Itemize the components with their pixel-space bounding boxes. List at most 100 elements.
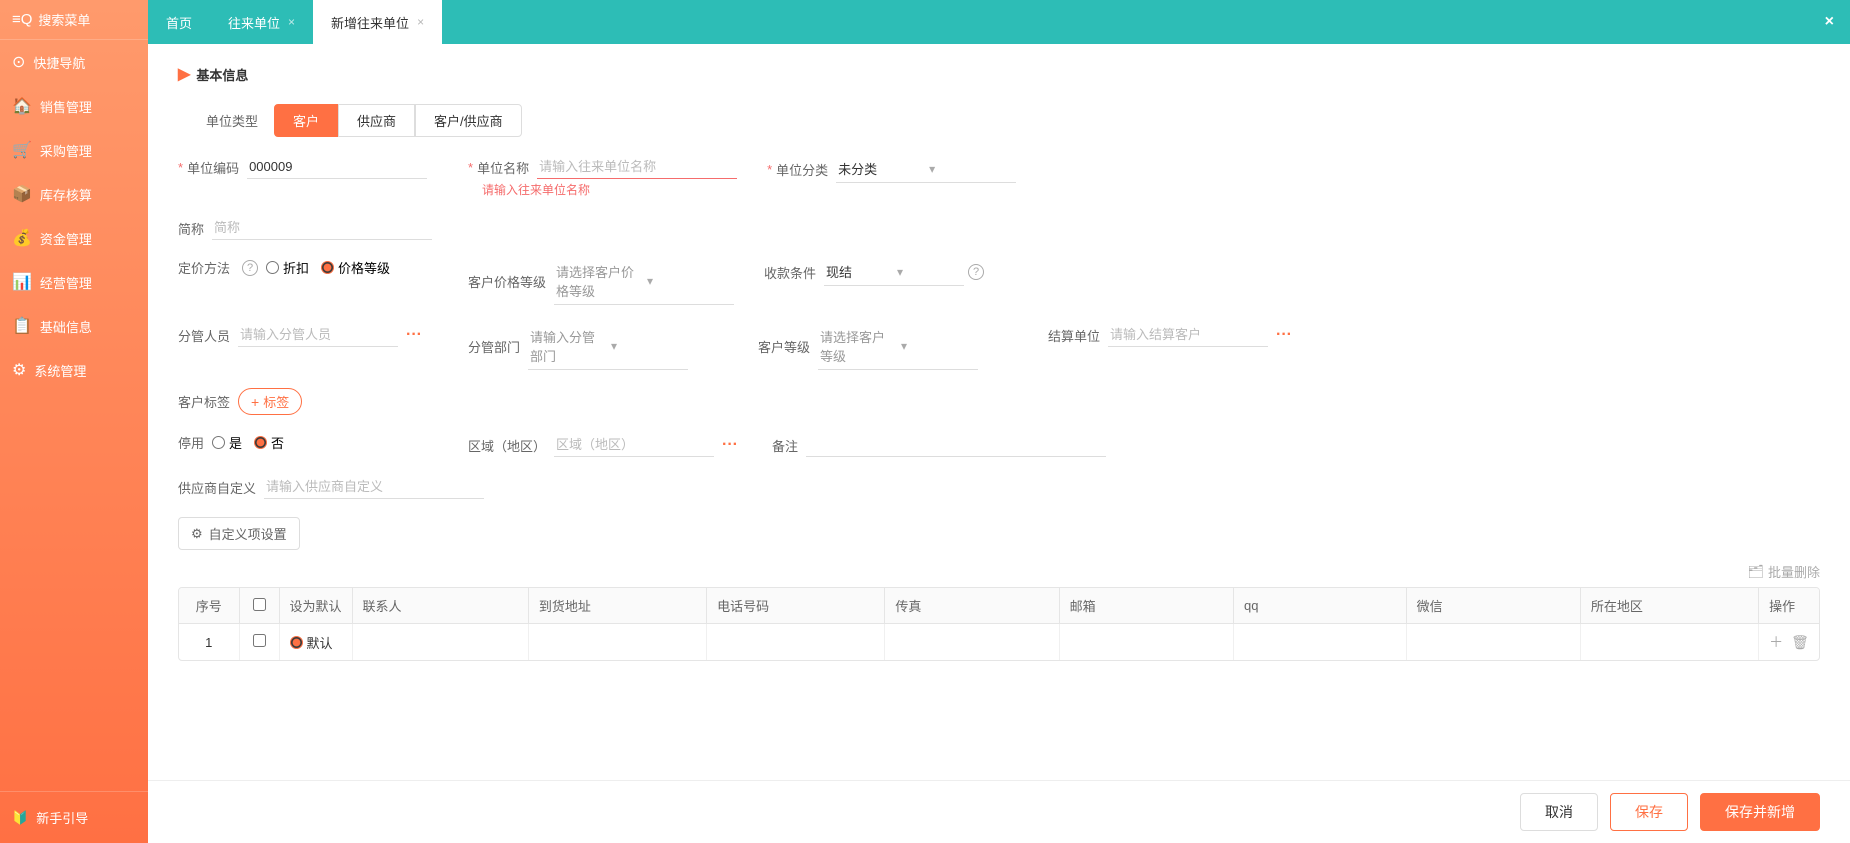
- col-phone: 电话号码: [707, 588, 885, 624]
- unit-category-select[interactable]: 未分类 ▾: [836, 155, 1016, 183]
- tab-close-new-contact[interactable]: ×: [417, 15, 424, 29]
- field-pricing-method: 定价方法 ? 折扣 价格等级: [178, 258, 438, 277]
- disabled-yes-radio-input[interactable]: [212, 436, 225, 449]
- table-row: 1 默认: [179, 624, 1819, 661]
- cell-phone[interactable]: [707, 624, 885, 661]
- tab-new-contact[interactable]: 新增往来单位 ×: [313, 0, 442, 44]
- type-btn-customer[interactable]: 客户: [274, 104, 338, 137]
- type-btn-both[interactable]: 客户/供应商: [415, 104, 522, 137]
- disabled-no-label: 否: [271, 433, 284, 452]
- save-button[interactable]: 保存: [1610, 793, 1688, 831]
- save-new-button[interactable]: 保存并新增: [1700, 793, 1820, 831]
- sidebar-item-sales[interactable]: 🏠 销售管理: [0, 84, 148, 128]
- custom-settings-button[interactable]: ⚙ 自定义项设置: [178, 517, 300, 550]
- cell-fax[interactable]: [885, 624, 1059, 661]
- sidebar-item-finance[interactable]: 💰 资金管理: [0, 216, 148, 260]
- sidebar-item-basic-info[interactable]: 📋 基础信息: [0, 304, 148, 348]
- address-input[interactable]: [539, 635, 696, 650]
- region-more-button[interactable]: ···: [718, 436, 742, 454]
- cell-email[interactable]: [1059, 624, 1233, 661]
- cell-address[interactable]: [528, 624, 706, 661]
- cell-qq[interactable]: [1234, 624, 1407, 661]
- supplier-custom-input[interactable]: [264, 475, 484, 499]
- customer-price-level-select[interactable]: 请选择客户价格等级 ▾: [554, 258, 734, 305]
- manager-input[interactable]: [238, 323, 398, 347]
- cell-contact[interactable]: [352, 624, 528, 661]
- required-star: *: [178, 160, 183, 175]
- row-checkbox[interactable]: [253, 634, 266, 647]
- close-all-tabs-button[interactable]: ×: [1825, 13, 1834, 31]
- area-input[interactable]: [1591, 635, 1748, 650]
- search-menu-button[interactable]: ≡Q 搜索菜单: [0, 0, 148, 40]
- cell-wechat[interactable]: [1406, 624, 1580, 661]
- pricing-level-radio[interactable]: 价格等级: [321, 258, 390, 277]
- disabled-no-radio-input[interactable]: [254, 436, 267, 449]
- pricing-help-icon[interactable]: ?: [242, 260, 258, 276]
- unit-name-input[interactable]: [537, 155, 737, 179]
- delete-row-icon[interactable]: 🗑: [1791, 634, 1809, 651]
- tab-label: 新增往来单位: [331, 13, 409, 32]
- region-input[interactable]: [554, 433, 714, 457]
- default-radio-label[interactable]: 默认: [290, 633, 342, 652]
- sidebar-item-label: 库存核算: [40, 185, 92, 204]
- custom-settings-row: ⚙ 自定义项设置: [178, 517, 1820, 550]
- cancel-button[interactable]: 取消: [1520, 793, 1598, 831]
- short-name-label: 简称: [178, 219, 204, 238]
- manager-more-button[interactable]: ···: [402, 326, 426, 344]
- pricing-discount-radio[interactable]: 折扣: [266, 258, 309, 277]
- default-radio-input[interactable]: [290, 636, 303, 649]
- search-icon: ≡Q: [12, 11, 32, 28]
- pricing-radio-group: 折扣 价格等级: [266, 258, 390, 277]
- remark-input[interactable]: [806, 433, 1106, 457]
- region-label: 区域（地区）: [468, 436, 546, 455]
- pricing-discount-radio-input[interactable]: [266, 261, 279, 274]
- batch-delete-button[interactable]: 🗂 批量删除: [1747, 562, 1820, 581]
- qq-input[interactable]: [1244, 635, 1396, 650]
- unit-code-input[interactable]: [247, 155, 427, 179]
- sidebar-item-purchase[interactable]: 🛒 采购管理: [0, 128, 148, 172]
- tab-bar: 首页 往来单位 × 新增往来单位 × ×: [148, 0, 1850, 44]
- unit-code-label: 单位编码: [187, 158, 239, 177]
- chevron-down-icon: ▾: [897, 265, 962, 279]
- add-tag-button[interactable]: + 标签: [238, 388, 302, 415]
- customer-tag-label: 客户标签: [178, 392, 230, 411]
- fax-input[interactable]: [895, 635, 1048, 650]
- disabled-no-radio[interactable]: 否: [254, 433, 284, 452]
- settlement-unit-more-button[interactable]: ···: [1272, 326, 1296, 344]
- row-short-name: 简称: [178, 216, 1820, 240]
- purchase-icon: 🛒: [12, 140, 32, 160]
- contact-input[interactable]: [363, 635, 518, 650]
- cell-checkbox[interactable]: [239, 624, 279, 661]
- pricing-level-radio-input[interactable]: [321, 261, 334, 274]
- section-title-text: 基本信息: [196, 65, 248, 84]
- col-checkbox[interactable]: [239, 588, 279, 624]
- dept-select[interactable]: 请输入分管部门 ▾: [528, 323, 688, 370]
- payment-terms-select[interactable]: 现结 ▾: [824, 258, 964, 286]
- sidebar-item-label: 快捷导航: [33, 53, 85, 72]
- select-all-checkbox[interactable]: [253, 598, 266, 611]
- email-input[interactable]: [1070, 635, 1223, 650]
- settlement-unit-input[interactable]: [1108, 323, 1268, 347]
- unit-type-row: 单位类型 客户 供应商 客户/供应商: [178, 104, 1820, 137]
- sidebar-item-system[interactable]: ⚙ 系统管理: [0, 348, 148, 392]
- unit-category-label: 单位分类: [776, 160, 828, 179]
- tab-close-contacts[interactable]: ×: [288, 15, 295, 29]
- tab-home[interactable]: 首页: [148, 0, 210, 44]
- disabled-yes-radio[interactable]: 是: [212, 433, 242, 452]
- cell-area[interactable]: [1580, 624, 1758, 661]
- payment-terms-help-icon[interactable]: ?: [968, 264, 984, 280]
- tab-contacts[interactable]: 往来单位 ×: [210, 0, 313, 44]
- sidebar-item-quick-nav[interactable]: ⊙ 快捷导航: [0, 40, 148, 84]
- sidebar-item-inventory[interactable]: 📦 库存核算: [0, 172, 148, 216]
- phone-input[interactable]: [717, 635, 874, 650]
- add-row-icon[interactable]: ＋: [1769, 632, 1783, 652]
- finance-icon: 💰: [12, 228, 32, 248]
- wechat-input[interactable]: [1417, 635, 1570, 650]
- sidebar-item-operations[interactable]: 📊 经营管理: [0, 260, 148, 304]
- type-btn-supplier[interactable]: 供应商: [338, 104, 415, 137]
- field-manager: 分管人员 ···: [178, 323, 438, 347]
- sidebar-item-guide[interactable]: 🔰 新手引导: [0, 800, 148, 835]
- customer-level-select[interactable]: 请选择客户等级 ▾: [818, 323, 978, 370]
- section-title: ▶ 基本信息: [178, 64, 1820, 84]
- short-name-input[interactable]: [212, 216, 432, 240]
